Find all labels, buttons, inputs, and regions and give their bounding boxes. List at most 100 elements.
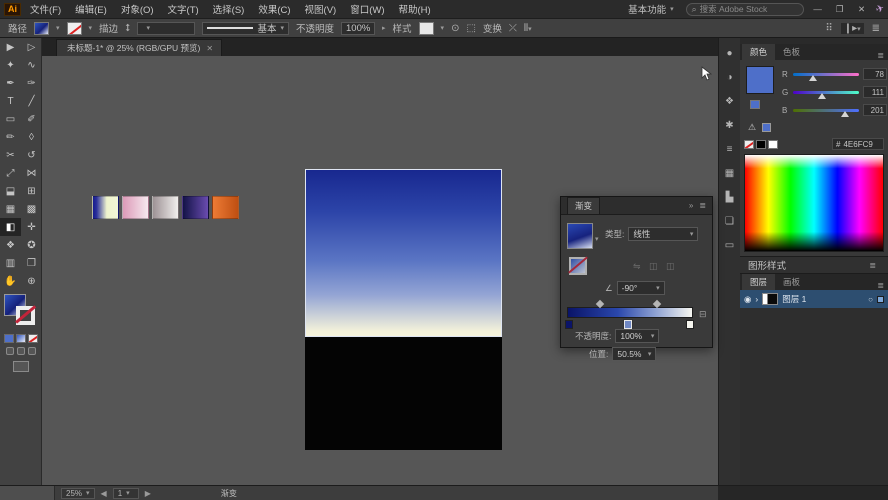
scissors-tool[interactable]: ✂: [0, 146, 21, 164]
menu-item-view[interactable]: 视图(V): [298, 0, 344, 18]
shaper-tool[interactable]: ✏: [0, 128, 21, 146]
fill-color-swatch[interactable]: [34, 21, 50, 35]
color-spectrum[interactable]: [744, 154, 884, 252]
artboard[interactable]: [305, 169, 502, 450]
position-select[interactable]: 50.5% ▾: [612, 347, 657, 361]
eyedropper-tool[interactable]: ✛: [21, 218, 42, 236]
next-artboard-icon[interactable]: ▶: [145, 489, 151, 498]
hamburger-menu-icon[interactable]: ≣: [872, 23, 880, 34]
app-logo-icon[interactable]: Ai: [4, 2, 21, 16]
stroke-weight-stepper[interactable]: ⭥: [125, 23, 130, 34]
draw-behind-button[interactable]: [16, 347, 25, 355]
color-button[interactable]: [3, 334, 14, 343]
menu-item-object[interactable]: 对象(O): [114, 0, 161, 18]
menu-item-edit[interactable]: 编辑(E): [68, 0, 114, 18]
tab-artboards[interactable]: 画板: [775, 274, 808, 290]
mini-fill-indicator[interactable]: [750, 100, 760, 109]
symbol-sprayer-tool[interactable]: ✪: [21, 236, 42, 254]
tab-close-icon[interactable]: ✕: [206, 44, 213, 53]
shear-icon[interactable]: ⤫: [509, 23, 517, 34]
screen-mode-button[interactable]: [12, 361, 29, 372]
arrange-icon[interactable]: ⫴▾: [524, 23, 532, 34]
zoom-tool[interactable]: ⊕: [21, 272, 42, 290]
opacity-field[interactable]: 100%: [341, 21, 376, 35]
white-swatch[interactable]: [768, 139, 778, 149]
gradient-type-select[interactable]: 线性 ▾: [628, 227, 699, 241]
gradient-swatch-3[interactable]: [152, 196, 179, 219]
zoom-level-select[interactable]: 25% ▾: [61, 487, 95, 499]
align-icon[interactable]: ⬚: [466, 23, 475, 34]
gradient-fill-thumbnail[interactable]: [567, 223, 593, 249]
menu-item-effect[interactable]: 效果(C): [251, 0, 297, 18]
gradient-swatch-1[interactable]: [92, 196, 119, 219]
slider-handle[interactable]: [841, 110, 850, 117]
layer-name[interactable]: 图层 1: [782, 293, 806, 305]
restore-button[interactable]: ❐: [832, 4, 848, 15]
fill-chevron-icon[interactable]: ▾: [56, 24, 60, 32]
visibility-eye-icon[interactable]: ◉: [744, 294, 751, 305]
gradient-slider[interactable]: [565, 299, 694, 329]
out-of-gamut-warning-icon[interactable]: ⚠: [748, 122, 756, 133]
layer-target-icon[interactable]: ○: [868, 295, 873, 304]
slider-track-r[interactable]: [793, 72, 859, 81]
current-color-swatch[interactable]: [746, 66, 774, 94]
close-button[interactable]: ✕: [854, 4, 870, 15]
panel-menu-icon[interactable]: ≣: [699, 201, 706, 210]
color-panel-icon[interactable]: ●: [726, 48, 732, 59]
free-transform-tool[interactable]: ⬓: [0, 182, 21, 200]
rectangle-tool[interactable]: ▭: [0, 110, 21, 128]
line-segment-tool[interactable]: ╱: [21, 92, 42, 110]
canvas[interactable]: 渐变 » ≣ ▾ 类型: 线性 ▾ ⇋ ◫ ◫ ∠ -90° ▾ ⊟ 不透明度:…: [42, 56, 718, 485]
stroke-swatch[interactable]: [16, 306, 35, 325]
eraser-tool[interactable]: ◊: [21, 128, 42, 146]
gradient-button[interactable]: [15, 334, 26, 343]
swatches-panel-icon[interactable]: ❖: [725, 96, 734, 107]
selection-tool[interactable]: ▶: [0, 38, 21, 56]
menu-item-select[interactable]: 选择(S): [206, 0, 252, 18]
recolor-artwork-icon[interactable]: ⊙: [451, 23, 459, 34]
menu-item-file[interactable]: 文件(F): [23, 0, 68, 18]
none-swatch[interactable]: [744, 139, 754, 149]
delete-stop-icon[interactable]: ⊟: [699, 309, 707, 320]
paintbrush-tool[interactable]: ✐: [21, 110, 42, 128]
gradient-swatch-4[interactable]: [182, 196, 209, 219]
collapse-panel-icon[interactable]: »: [689, 201, 693, 210]
dots-grid-icon[interactable]: ⠿: [825, 23, 832, 34]
layers-panel-icon[interactable]: ❏: [725, 216, 734, 227]
shape-builder-tool[interactable]: ⊞: [21, 182, 42, 200]
slider-track-g[interactable]: [793, 90, 859, 99]
artboard-nav-select[interactable]: 1 ▾: [112, 487, 139, 499]
hex-field[interactable]: #4E6FC9: [832, 138, 884, 150]
opacity-arrow-icon[interactable]: ▸: [382, 24, 386, 32]
tab-swatches[interactable]: 色板: [775, 44, 808, 60]
color-guide-panel-icon[interactable]: ◑: [726, 72, 732, 83]
scale-tool[interactable]: ⤢: [0, 164, 21, 182]
graphic-styles-menu-icon[interactable]: ≣: [869, 261, 876, 270]
gradient-swatch-2[interactable]: [122, 196, 149, 219]
transform-link[interactable]: 变换: [483, 21, 502, 35]
lasso-tool[interactable]: ∿: [21, 56, 42, 74]
type-tool[interactable]: T: [0, 92, 21, 110]
draw-inside-button[interactable]: [27, 347, 36, 355]
color-panel-menu-icon[interactable]: ≣: [877, 51, 884, 60]
expand-arrow-icon[interactable]: ›: [755, 294, 758, 304]
search-input[interactable]: [699, 4, 798, 14]
pen-tool[interactable]: ✒: [0, 74, 21, 92]
column-graph-tool[interactable]: ▥: [0, 254, 21, 272]
gradient-swatch-5[interactable]: [212, 196, 239, 219]
transparency-panel-icon[interactable]: ▦: [725, 168, 734, 179]
layers-panel-menu-icon[interactable]: ≣: [877, 281, 884, 290]
stroke-panel-icon[interactable]: ≡: [727, 144, 733, 155]
stroke-color-swatch[interactable]: [66, 21, 82, 35]
slider-handle[interactable]: [809, 74, 818, 81]
menu-item-type[interactable]: 文字(T): [161, 0, 206, 18]
gradient-stop-handle[interactable]: [685, 320, 694, 329]
gradient-stop-handle[interactable]: [565, 320, 574, 329]
gradient-stop-handle[interactable]: [623, 320, 632, 329]
gradient-thumb-chevron-icon[interactable]: ▾: [595, 235, 599, 243]
draw-normal-button[interactable]: [5, 347, 14, 355]
graphic-styles-header[interactable]: 图形样式 ≣: [740, 256, 888, 274]
slider-value-b[interactable]: 201: [863, 104, 887, 116]
artboard-tool[interactable]: ❐: [21, 254, 42, 272]
slider-handle[interactable]: [818, 92, 827, 99]
